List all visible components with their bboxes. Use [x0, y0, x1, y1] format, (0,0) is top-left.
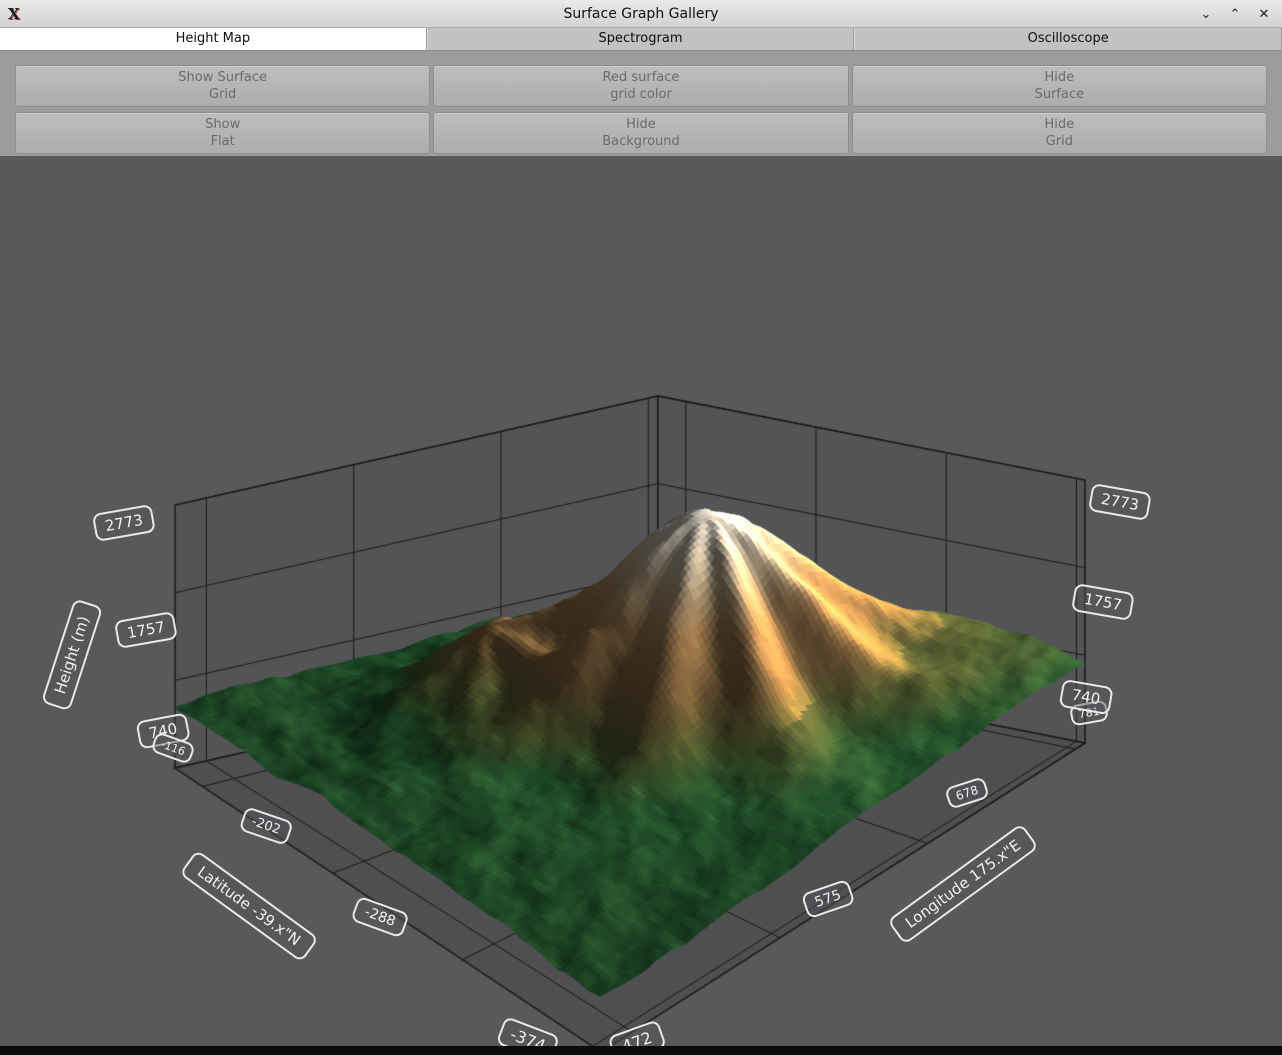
tab-height-map[interactable]: Height Map	[0, 28, 427, 50]
button-label-line2: Flat	[211, 134, 235, 150]
surface-grid-color-button[interactable]: Red surface grid color	[433, 65, 848, 107]
button-label-line2: Grid	[1046, 134, 1073, 150]
button-label-line2: grid color	[610, 87, 672, 103]
app-window: X Surface Graph Gallery ⌄ ⌃ ✕ Height Map…	[0, 0, 1282, 1055]
button-label-line1: Show	[205, 117, 240, 133]
plot-area: Height (m) 2773 1757 740 -116 -202 -288 …	[0, 156, 1282, 1055]
show-surface-grid-button[interactable]: Show Surface Grid	[15, 65, 430, 107]
window-controls: ⌄ ⌃ ✕	[1198, 0, 1272, 28]
hide-grid-button[interactable]: Hide Grid	[852, 112, 1267, 154]
button-label-line1: Red surface	[603, 70, 680, 86]
button-label-line1: Hide	[1045, 117, 1075, 133]
tab-bar: Height Map Spectrogram Oscilloscope	[0, 28, 1282, 51]
toolbar: Show Surface Grid Red surface grid color…	[0, 51, 1282, 156]
button-label-line2: Background	[602, 134, 680, 150]
hide-background-button[interactable]: Hide Background	[433, 112, 848, 154]
tab-spectrogram[interactable]: Spectrogram	[427, 28, 855, 50]
button-label-line2: Surface	[1035, 87, 1085, 103]
close-window-button[interactable]: ✕	[1256, 7, 1272, 22]
button-label-line1: Hide	[626, 117, 656, 133]
button-label-line1: Show Surface	[178, 70, 267, 86]
window-title: Surface Graph Gallery	[0, 6, 1282, 22]
button-label-line2: Grid	[209, 87, 236, 103]
button-label-line1: Hide	[1045, 70, 1075, 86]
maximize-window-button[interactable]: ⌃	[1227, 7, 1243, 22]
titlebar: X Surface Graph Gallery ⌄ ⌃ ✕	[0, 0, 1282, 28]
tab-oscilloscope[interactable]: Oscilloscope	[854, 28, 1282, 50]
show-flat-button[interactable]: Show Flat	[15, 112, 430, 154]
bottom-edge	[0, 1046, 1282, 1055]
hide-surface-button[interactable]: Hide Surface	[852, 65, 1267, 107]
shade-window-button[interactable]: ⌄	[1198, 7, 1214, 22]
